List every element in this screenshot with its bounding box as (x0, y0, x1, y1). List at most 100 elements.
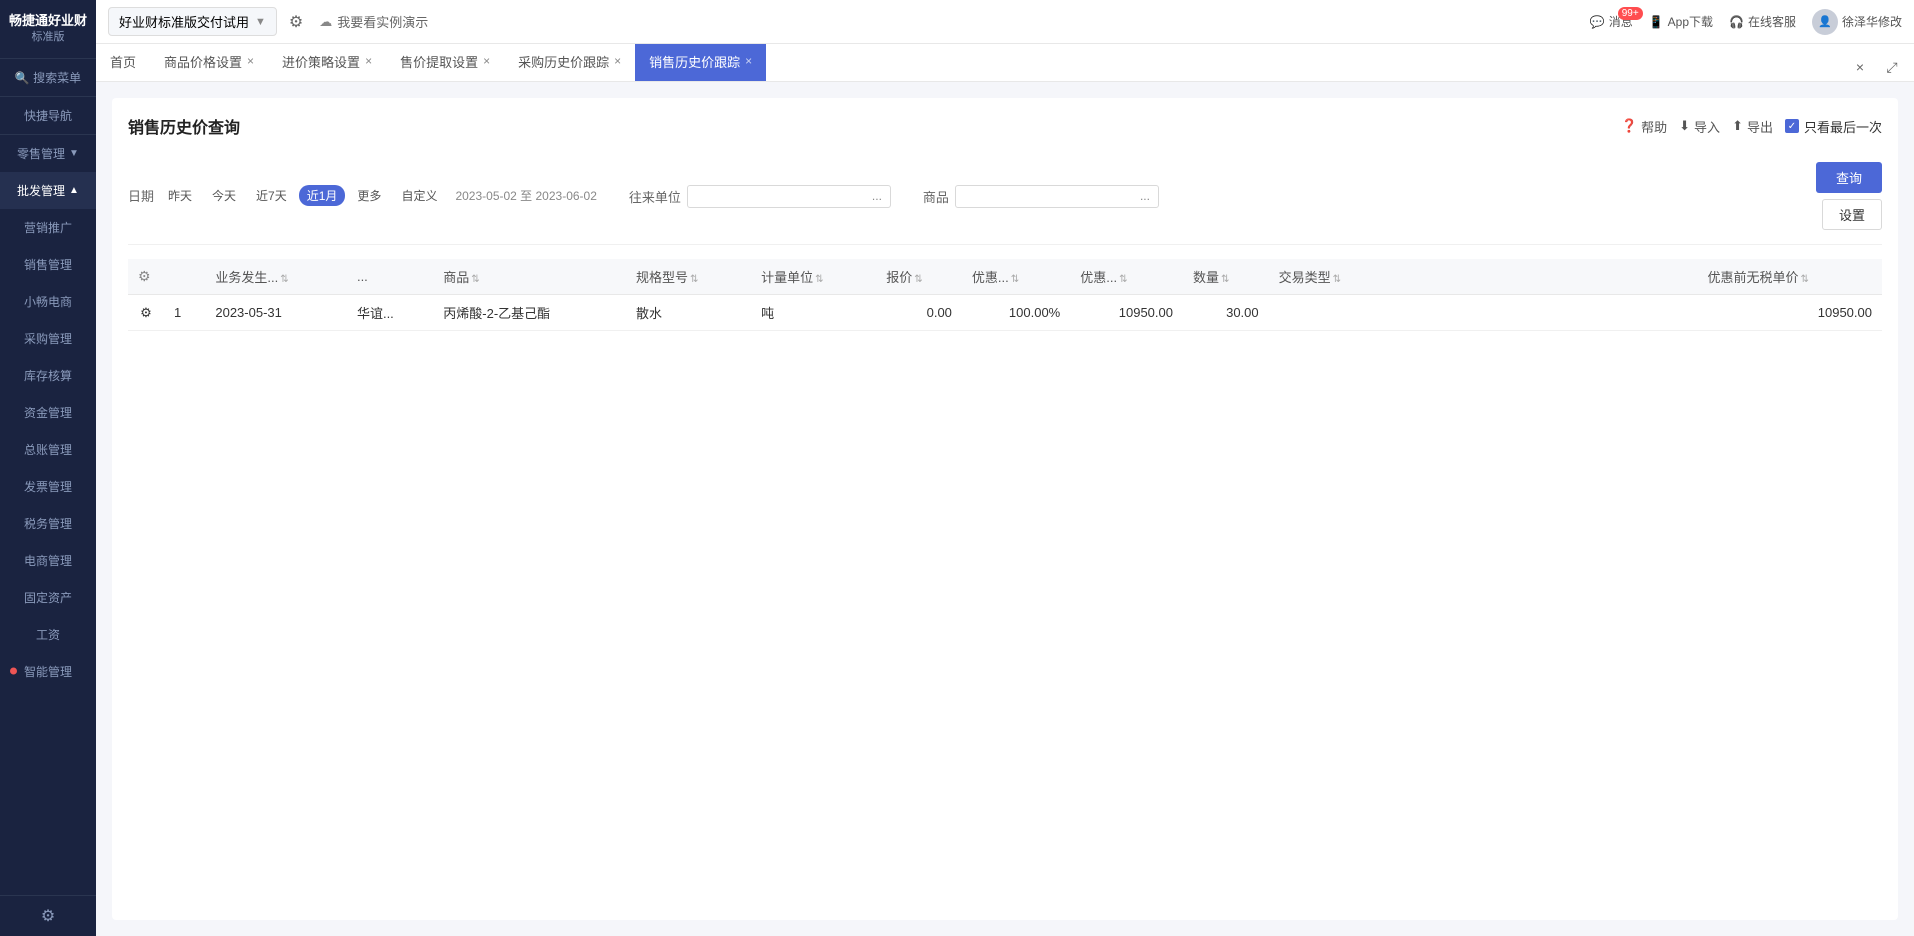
workspace-label: 好业财标准版交付试用 (119, 12, 249, 31)
col-unit[interactable]: 计量单位⇅ (751, 259, 876, 295)
sidebar-item-2[interactable]: 营销推广 (0, 209, 96, 246)
sidebar-nav: 零售管理▼批发管理▲营销推广销售管理小畅电商采购管理库存核算资金管理总账管理发票… (0, 135, 96, 895)
user-avatar: 👤 (1812, 9, 1838, 35)
filter-area: 日期 昨天今天近7天近1月更多自定义 2023-05-02 至 2023-06-… (128, 152, 1882, 245)
page-content: 销售历史价查询 ❓ 帮助 ⬇ 导入 ⬆ 导出 ✓ (96, 82, 1914, 936)
from-unit-search-icon[interactable]: ... (872, 189, 882, 203)
messages-badge: 99+ (1618, 7, 1643, 20)
col-date[interactable]: 业务发生...⇅ (205, 259, 347, 295)
tab-close-product-price[interactable]: × (247, 54, 254, 68)
sidebar-item-14[interactable]: 智能管理 (0, 653, 96, 690)
arrow-icon: ▲ (69, 185, 79, 196)
row-discount2: 10950.00 (1070, 295, 1183, 331)
tab-sale-price[interactable]: 售价提取设置× (386, 44, 504, 81)
sidebar-settings-icon[interactable]: ⚙ (41, 908, 55, 925)
row-price: 0.00 (876, 295, 962, 331)
tab-purchase-history[interactable]: 采购历史价跟踪× (504, 44, 635, 81)
col-more[interactable]: ... (347, 259, 433, 295)
only-last-checkbox[interactable]: ✓ (1785, 119, 1799, 133)
sidebar-item-9[interactable]: 发票管理 (0, 468, 96, 505)
tab-close-purchase-strategy[interactable]: × (365, 54, 372, 68)
app-edition: 标准版 (8, 30, 88, 45)
table-row: ⚙ 1 2023-05-31 华谊... 丙烯酸-2-乙基己酯 散水 吨 0.0… (128, 295, 1882, 331)
workspace-selector[interactable]: 好业财标准版交付试用 ▼ (108, 7, 277, 36)
sidebar-item-4[interactable]: 小畅电商 (0, 283, 96, 320)
quick-nav-button[interactable]: 快捷导航 (0, 97, 96, 135)
date-option-4[interactable]: 更多 (349, 185, 389, 206)
tab-sales-history[interactable]: 销售历史价跟踪× (635, 44, 766, 81)
product-input[interactable] (964, 189, 1140, 204)
tab-purchase-strategy[interactable]: 进价策略设置× (268, 44, 386, 81)
tab-close-sales-history[interactable]: × (745, 54, 752, 68)
date-option-0[interactable]: 昨天 (160, 185, 200, 206)
row-gear[interactable]: ⚙ (128, 295, 164, 331)
row-seq: 1 (164, 295, 205, 331)
page-header: 销售历史价查询 ❓ 帮助 ⬇ 导入 ⬆ 导出 ✓ (128, 114, 1882, 138)
sidebar-item-5[interactable]: 采购管理 (0, 320, 96, 357)
sidebar-item-8[interactable]: 总账管理 (0, 431, 96, 468)
from-unit-input[interactable] (696, 189, 872, 204)
import-icon: ⬇ (1679, 118, 1690, 134)
tabbar-actions: × ⤢ (1838, 53, 1914, 81)
search-menu-button[interactable]: 🔍 搜索菜单 (0, 59, 96, 97)
col-product[interactable]: 商品⇅ (433, 259, 626, 295)
tab-close-sale-price[interactable]: × (483, 54, 490, 68)
import-link[interactable]: ⬇ 导入 (1679, 117, 1720, 136)
product-input-wrap: ... (955, 185, 1159, 208)
help-link[interactable]: ❓ 帮助 (1621, 117, 1667, 136)
tabbar: 首页商品价格设置×进价策略设置×售价提取设置×采购历史价跟踪×销售历史价跟踪× … (96, 44, 1914, 82)
date-option-5[interactable]: 自定义 (393, 185, 445, 206)
topbar-settings-icon[interactable]: ⚙ (289, 12, 303, 32)
col-seq (164, 259, 205, 295)
sidebar-item-11[interactable]: 电商管理 (0, 542, 96, 579)
export-link[interactable]: ⬆ 导出 (1732, 117, 1773, 136)
date-filter-group: 日期 昨天今天近7天近1月更多自定义 2023-05-02 至 2023-06-… (128, 185, 597, 206)
online-service-button[interactable]: 🎧 在线客服 (1729, 13, 1796, 30)
query-button[interactable]: 查询 (1816, 162, 1882, 193)
sidebar-item-6[interactable]: 库存核算 (0, 357, 96, 394)
date-range-display: 2023-05-02 至 2023-06-02 (455, 187, 596, 204)
col-discount1[interactable]: 优惠...⇅ (962, 259, 1070, 295)
date-option-2[interactable]: 近7天 (248, 185, 295, 206)
col-pretax-price[interactable]: 优惠前无税单价⇅ (1698, 259, 1882, 295)
window-expand-button[interactable]: ⤢ (1878, 53, 1906, 81)
window-close-button[interactable]: × (1846, 53, 1874, 81)
date-option-3[interactable]: 近1月 (299, 185, 346, 206)
tab-home[interactable]: 首页 (96, 44, 150, 81)
sidebar-item-10[interactable]: 税务管理 (0, 505, 96, 542)
user-menu-button[interactable]: 👤 徐泽华修改 (1812, 9, 1902, 35)
sidebar: 畅捷通好业财 标准版 🔍 搜索菜单 快捷导航 零售管理▼批发管理▲营销推广销售管… (0, 0, 96, 936)
row-pretax-price: 10950.00 (1698, 295, 1882, 331)
sidebar-item-3[interactable]: 销售管理 (0, 246, 96, 283)
topbar: 好业财标准版交付试用 ▼ ⚙ ☁ 我要看实例演示 💬 消息 99+ 📱 App下… (96, 0, 1914, 44)
product-search-icon[interactable]: ... (1140, 189, 1150, 203)
sidebar-item-13[interactable]: 工资 (0, 616, 96, 653)
only-last-checkbox-label[interactable]: ✓ 只看最后一次 (1785, 117, 1882, 136)
row-more: 华谊... (347, 295, 433, 331)
app-download-button[interactable]: 📱 App下载 (1649, 13, 1713, 30)
from-unit-input-wrap: ... (687, 185, 891, 208)
date-option-1[interactable]: 今天 (204, 185, 244, 206)
col-qty[interactable]: 数量⇅ (1183, 259, 1269, 295)
col-price[interactable]: 报价⇅ (876, 259, 962, 295)
data-table: ⚙ 业务发生...⇅ ... 商品⇅ 规格型号⇅ 计量单位⇅ 报价⇅ 优惠...… (128, 259, 1882, 331)
table-settings-icon[interactable]: ⚙ (138, 268, 151, 284)
row-gear-icon: ⚙ (140, 305, 152, 320)
sidebar-item-12[interactable]: 固定资产 (0, 579, 96, 616)
sidebar-item-1[interactable]: 批发管理▲ (0, 172, 96, 209)
sidebar-item-0[interactable]: 零售管理▼ (0, 135, 96, 172)
col-discount2[interactable]: 优惠...⇅ (1070, 259, 1183, 295)
sidebar-item-7[interactable]: 资金管理 (0, 394, 96, 431)
topbar-right: 💬 消息 99+ 📱 App下载 🎧 在线客服 👤 徐泽华修改 (1590, 9, 1902, 35)
messages-button[interactable]: 💬 消息 99+ (1590, 13, 1633, 30)
tab-close-purchase-history[interactable]: × (614, 54, 621, 68)
product-filter-group: 商品 ... (923, 185, 1159, 208)
col-spacer (1394, 259, 1698, 295)
date-options: 昨天今天近7天近1月更多自定义 (160, 185, 445, 206)
tab-product-price[interactable]: 商品价格设置× (150, 44, 268, 81)
col-trans-type[interactable]: 交易类型⇅ (1269, 259, 1394, 295)
demo-button[interactable]: ☁ 我要看实例演示 (319, 12, 428, 31)
page-card: 销售历史价查询 ❓ 帮助 ⬇ 导入 ⬆ 导出 ✓ (112, 98, 1898, 920)
settings-button[interactable]: 设置 (1822, 199, 1882, 230)
col-spec[interactable]: 规格型号⇅ (626, 259, 751, 295)
